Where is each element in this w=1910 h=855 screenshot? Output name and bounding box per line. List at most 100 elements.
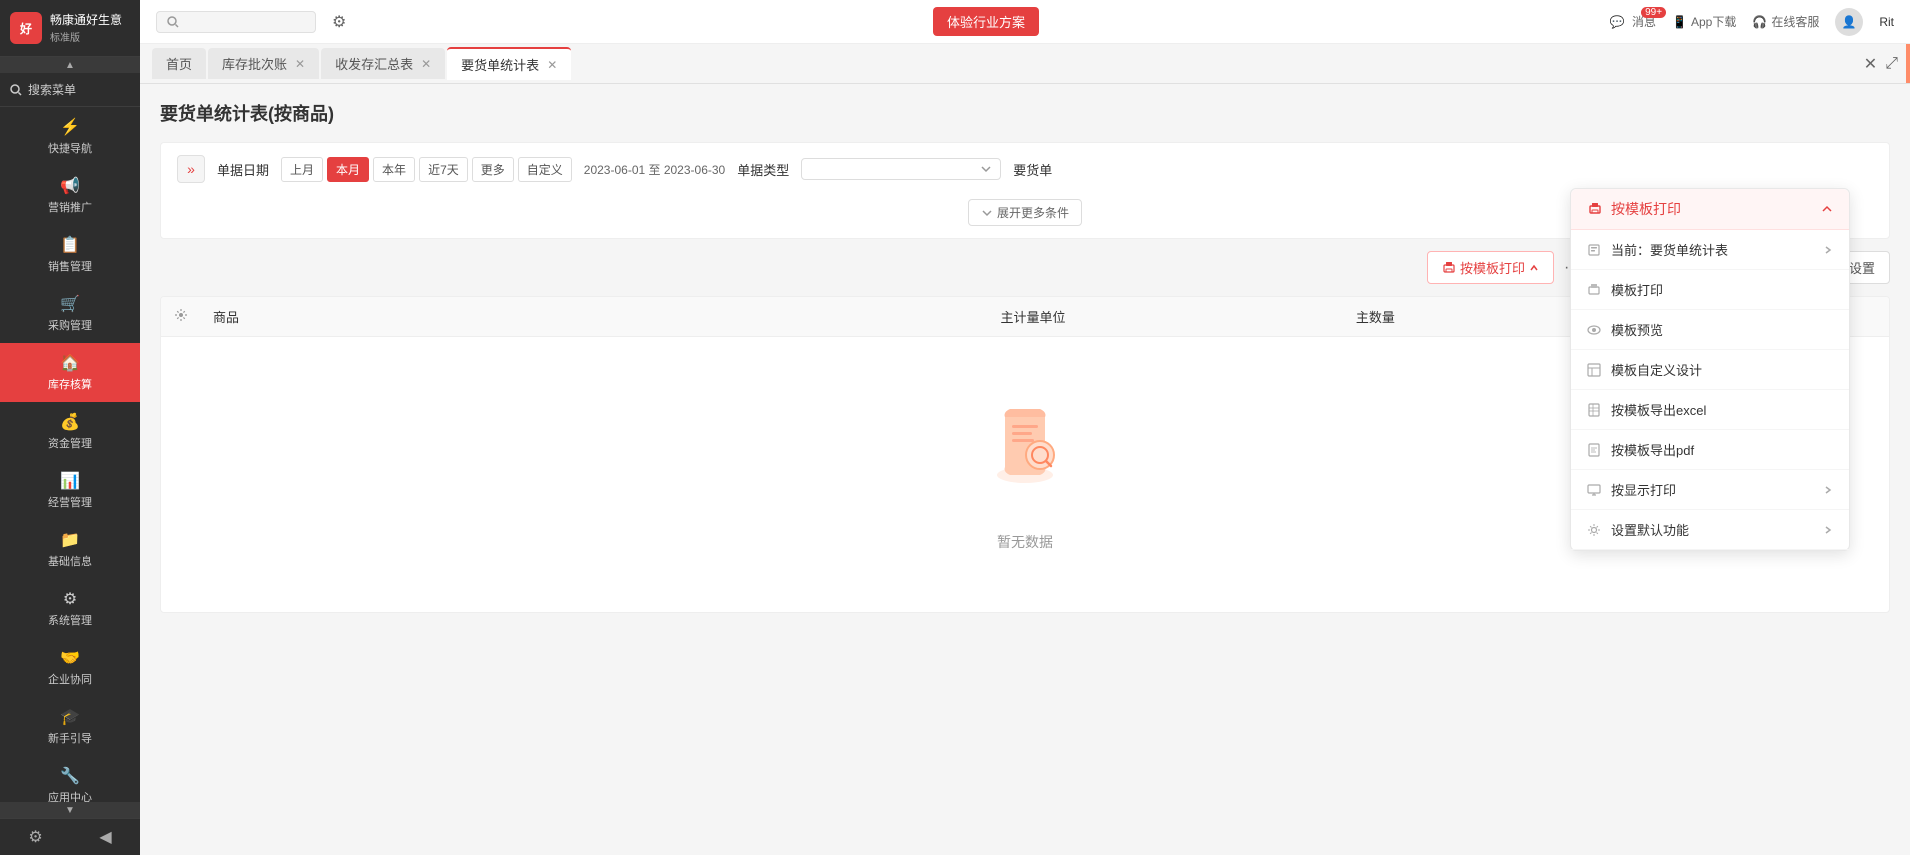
tabs-maximize-btn[interactable]: ⤢ bbox=[1885, 55, 1898, 73]
topbar-right: 💬 99+ 消息 📱 App下载 🎧 在线客服 👤 Rit bbox=[1610, 8, 1894, 36]
expand-more-label: 展开更多条件 bbox=[997, 204, 1069, 221]
tab-inventory-batch[interactable]: 库存批次账 ✕ bbox=[208, 48, 319, 79]
sidebar-item-enterprise[interactable]: 🤝 企业协同 bbox=[0, 638, 140, 697]
tabs-close-btn[interactable]: ✕ bbox=[1864, 54, 1877, 74]
template-preview-label: 模板预览 bbox=[1611, 320, 1663, 339]
date-btn-last-month[interactable]: 上月 bbox=[281, 157, 323, 182]
date-filter-label: 单据日期 bbox=[217, 160, 269, 179]
sidebar-item-label: 基础信息 bbox=[48, 553, 92, 569]
tab-collect-summary[interactable]: 收发存汇总表 ✕ bbox=[321, 48, 445, 79]
sidebar-item-label: 经营管理 bbox=[48, 494, 92, 510]
online-service-area[interactable]: 🎧 在线客服 bbox=[1752, 13, 1819, 30]
date-btn-custom[interactable]: 自定义 bbox=[518, 157, 572, 182]
tab-order-stats[interactable]: 要货单统计表 ✕ bbox=[447, 47, 571, 80]
dropdown-header[interactable]: 按模板打印 bbox=[1571, 189, 1849, 230]
sidebar-item-shortcut[interactable]: ⚡ 快捷导航 bbox=[0, 107, 140, 166]
sidebar-scroll-up[interactable]: ▲ bbox=[0, 57, 140, 73]
current-template-label: 当前：要货单统计表 bbox=[1611, 240, 1728, 259]
sidebar-item-finance[interactable]: 💰 资金管理 bbox=[0, 402, 140, 461]
template-design-label: 模板自定义设计 bbox=[1611, 360, 1702, 379]
expand-more-btn[interactable]: 展开更多条件 bbox=[968, 199, 1082, 226]
printer-icon bbox=[1442, 261, 1456, 275]
sidebar-scroll-down[interactable]: ▼ bbox=[0, 802, 140, 818]
dropdown-item-export-pdf[interactable]: 按模板导出pdf bbox=[1571, 430, 1849, 470]
user-avatar[interactable]: 👤 bbox=[1835, 8, 1863, 36]
sidebar-item-appstore[interactable]: 🔧 应用中心 bbox=[0, 756, 140, 802]
display-icon bbox=[1587, 483, 1601, 497]
topbar-search-box[interactable] bbox=[156, 11, 316, 33]
table-settings-icon bbox=[174, 308, 188, 322]
headset-icon: 🎧 bbox=[1752, 15, 1767, 29]
sidebar-item-label: 资金管理 bbox=[48, 435, 92, 451]
resize-handle[interactable] bbox=[1906, 44, 1910, 83]
date-range-text: 2023-06-01 至 2023-06-30 bbox=[584, 161, 725, 178]
design-icon bbox=[1587, 363, 1601, 377]
app-download-area[interactable]: 📱 App下载 bbox=[1672, 13, 1736, 30]
filter-row-1: » 单据日期 上月 本月 本年 近7天 更多 自定义 2023-06-01 至 … bbox=[177, 155, 1873, 183]
type-filter-label: 单据类型 bbox=[737, 160, 789, 179]
dropdown-item-template-print[interactable]: 模板打印 bbox=[1571, 270, 1849, 310]
sidebar-item-guide[interactable]: 🎓 新手引导 bbox=[0, 697, 140, 756]
tabs-bar: 首页 库存批次账 ✕ 收发存汇总表 ✕ 要货单统计表 ✕ ✕ ⤢ bbox=[140, 44, 1910, 84]
tab-collect-summary-close[interactable]: ✕ bbox=[421, 57, 431, 71]
dropdown-item-default-func[interactable]: 设置默认功能 bbox=[1571, 510, 1849, 550]
dropdown-item-template-design[interactable]: 模板自定义设计 bbox=[1571, 350, 1849, 390]
page-title: 要货单统计表(按商品) bbox=[160, 100, 1890, 126]
sidebar-item-marketing[interactable]: 📢 营销推广 bbox=[0, 166, 140, 225]
sidebar-item-label: 销售管理 bbox=[48, 258, 92, 274]
dropdown-item-display-print[interactable]: 按显示打印 bbox=[1571, 470, 1849, 510]
app-name: 畅康通好生意 bbox=[50, 12, 122, 29]
finance-icon: 💰 bbox=[60, 412, 80, 432]
export-pdf-label: 按模板导出pdf bbox=[1611, 440, 1694, 459]
tab-collect-summary-label: 收发存汇总表 bbox=[335, 54, 413, 73]
username-label: Rit bbox=[1879, 15, 1894, 29]
sidebar-item-purchase[interactable]: 🛒 采购管理 bbox=[0, 284, 140, 343]
sidebar-settings-btn[interactable]: ⚙ bbox=[28, 827, 42, 847]
sidebar-item-sales[interactable]: 📋 销售管理 bbox=[0, 225, 140, 284]
empty-illustration bbox=[975, 397, 1075, 497]
tab-inventory-batch-close[interactable]: ✕ bbox=[295, 57, 305, 71]
topbar-center: 体验行业方案 bbox=[362, 7, 1609, 36]
tab-order-stats-close[interactable]: ✕ bbox=[547, 58, 557, 72]
tab-home[interactable]: 首页 bbox=[152, 48, 206, 79]
sidebar-search-label: 搜索菜单 bbox=[28, 81, 76, 98]
tabs-right-actions: ✕ ⤢ bbox=[1864, 54, 1910, 74]
current-template-item[interactable]: 当前：要货单统计表 bbox=[1571, 230, 1849, 270]
print-button[interactable]: 按模板打印 bbox=[1427, 251, 1554, 284]
printer-small-icon bbox=[1587, 283, 1601, 297]
messages-area[interactable]: 💬 99+ 消息 bbox=[1610, 13, 1656, 30]
sidebar-item-label: 系统管理 bbox=[48, 612, 92, 628]
shortcut-icon: ⚡ bbox=[60, 117, 80, 137]
dropdown-item-export-excel[interactable]: 按模板导出excel bbox=[1571, 390, 1849, 430]
sidebar-item-basic[interactable]: 📁 基础信息 bbox=[0, 520, 140, 579]
sidebar-item-inventory[interactable]: 🏠 库存核算 bbox=[0, 343, 140, 402]
purchase-icon: 🛒 bbox=[60, 294, 80, 314]
date-btn-7days[interactable]: 近7天 bbox=[419, 157, 468, 182]
sidebar: 好 畅康通好生意 标准版 ▲ 搜索菜单 ⚡ 快捷导航 📢 营销推广 📋 销售管理… bbox=[0, 0, 140, 855]
page-content: 要货单统计表(按商品) » 单据日期 上月 本月 本年 近7天 更多 自定义 2… bbox=[140, 84, 1910, 855]
tab-order-stats-label: 要货单统计表 bbox=[461, 55, 539, 74]
guide-icon: 🎓 bbox=[60, 707, 80, 727]
display-print-label: 按显示打印 bbox=[1611, 480, 1676, 499]
th-settings[interactable] bbox=[161, 308, 201, 325]
sidebar-item-system[interactable]: ⚙ 系统管理 bbox=[0, 579, 140, 638]
sidebar-item-label: 库存核算 bbox=[48, 376, 92, 392]
marketing-icon: 📢 bbox=[60, 176, 80, 196]
print-dropdown-menu: 按模板打印 当前：要货单统计表 bbox=[1570, 188, 1850, 551]
eye-icon bbox=[1587, 323, 1601, 337]
tab-home-label: 首页 bbox=[166, 54, 192, 73]
sidebar-collapse-btn[interactable]: ◀ bbox=[99, 827, 111, 847]
type-select[interactable] bbox=[801, 158, 1001, 180]
filter-expand-btn[interactable]: » bbox=[177, 155, 205, 183]
messages-icon: 💬 bbox=[1610, 15, 1625, 29]
date-btn-this-year[interactable]: 本年 bbox=[373, 157, 415, 182]
trial-button[interactable]: 体验行业方案 bbox=[933, 7, 1039, 36]
date-btn-more[interactable]: 更多 bbox=[472, 157, 514, 182]
enterprise-icon: 🤝 bbox=[60, 648, 80, 668]
empty-text: 暂无数据 bbox=[997, 532, 1053, 552]
sidebar-item-operation[interactable]: 📊 经营管理 bbox=[0, 461, 140, 520]
topbar-gear-icon[interactable]: ⚙ bbox=[332, 12, 346, 32]
date-btn-this-month[interactable]: 本月 bbox=[327, 157, 369, 182]
sidebar-search[interactable]: 搜索菜单 bbox=[0, 73, 140, 107]
dropdown-item-template-preview[interactable]: 模板预览 bbox=[1571, 310, 1849, 350]
